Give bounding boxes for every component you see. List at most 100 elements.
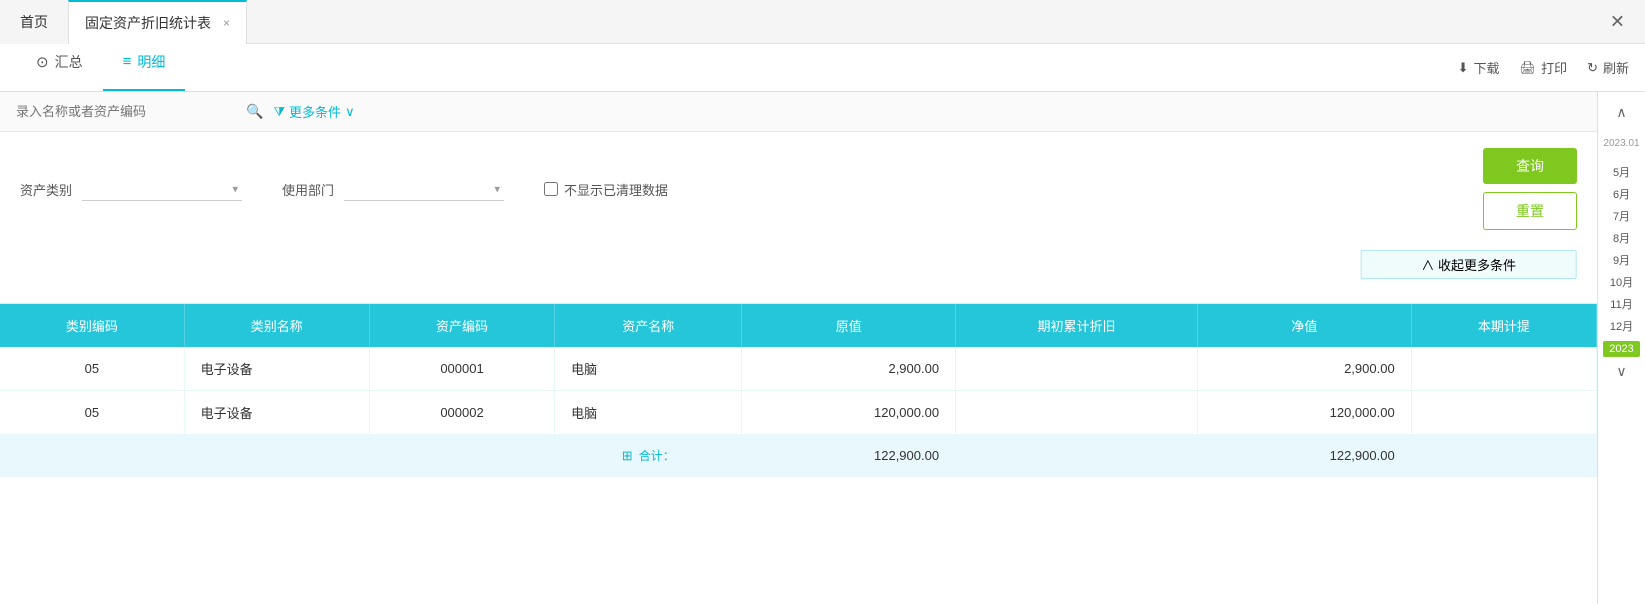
filter-icon: ⧩: [273, 104, 285, 120]
header-current-depreciation: 本期计提: [1411, 304, 1596, 347]
tab-detail[interactable]: ≡ 明细: [103, 44, 186, 91]
asset-category-select[interactable]: [82, 177, 242, 201]
month-item[interactable]: 8月: [1608, 227, 1635, 249]
print-label: 打印: [1541, 58, 1567, 77]
month-item[interactable]: 11月: [1608, 293, 1635, 315]
table-container: 类别编码 类别名称 资产编码 资产名称 原值 期初累计折旧 净值 本期计提 05…: [0, 304, 1597, 604]
sidebar-nav-down[interactable]: ∨: [1612, 359, 1630, 384]
download-label: 下载: [1474, 58, 1500, 77]
tab-summary-label: 汇总: [55, 52, 83, 72]
window-close-icon[interactable]: ✕: [1610, 11, 1625, 32]
cell-asset-code: 000002: [369, 391, 554, 435]
header-category-name: 类别名称: [184, 304, 369, 347]
exclude-cleared-item: 不显示已清理数据: [544, 180, 668, 199]
header-category-code: 类别编码: [0, 304, 184, 347]
cell-current-depreciation: [1411, 391, 1596, 435]
sub-tab-bar: ⊙ 汇总 ≡ 明细 ⬇ 下载 🖨 打印 ↻ 刷新: [0, 44, 1645, 92]
header-net-value: 净值: [1197, 304, 1411, 347]
department-select-wrapper: [344, 177, 504, 201]
cell-asset-name: 电脑: [555, 391, 742, 435]
filter-buttons: 查询 重置: [1483, 148, 1577, 230]
tab-detail-label: 明细: [137, 52, 165, 72]
tab-active-label: 固定资产折旧统计表: [85, 13, 211, 33]
header-accumulated-depreciation: 期初累计折旧: [956, 304, 1198, 347]
year-badge[interactable]: 2023: [1603, 341, 1639, 357]
collapse-icon: ∧: [1421, 258, 1438, 273]
left-panel: 🔍 ⧩ 更多条件 ∨ 资产类别: [0, 92, 1597, 604]
month-item[interactable]: 6月: [1608, 183, 1635, 205]
filter-department: 使用部门: [282, 177, 504, 201]
total-accumulated-depreciation: [956, 435, 1198, 477]
date-label[interactable]: 2023.01: [1602, 127, 1642, 159]
asset-category-select-wrapper: [82, 177, 242, 201]
search-icon[interactable]: 🔍: [246, 103, 263, 120]
filter-row: 资产类别 使用部门: [20, 148, 1577, 230]
collapse-label: 收起更多条件: [1438, 258, 1516, 273]
month-item[interactable]: 9月: [1608, 249, 1635, 271]
exclude-cleared-checkbox[interactable]: [544, 182, 558, 196]
cell-accumulated-depreciation: [956, 391, 1198, 435]
search-bar: 🔍 ⧩ 更多条件 ∨: [0, 92, 1597, 132]
total-net-value: 122,900.00: [1197, 435, 1411, 477]
cell-category-name: 电子设备: [184, 347, 369, 391]
sidebar-nav-up[interactable]: ∧: [1612, 100, 1630, 125]
refresh-icon: ↻: [1587, 60, 1598, 76]
cell-original-value: 120,000.00: [742, 391, 956, 435]
download-button[interactable]: ⬇ 下载: [1458, 58, 1500, 77]
exclude-cleared-label: 不显示已清理数据: [564, 180, 668, 199]
reset-button[interactable]: 重置: [1483, 192, 1577, 230]
filter-label: 更多条件: [289, 102, 341, 121]
cell-category-code: 05: [0, 347, 184, 391]
summary-icon: ⊙: [36, 53, 49, 71]
asset-category-label: 资产类别: [20, 180, 72, 199]
print-icon: 🖨: [1520, 60, 1537, 76]
total-text: 合计：: [639, 447, 675, 464]
cell-accumulated-depreciation: [956, 347, 1198, 391]
total-original-value: 122,900.00: [742, 435, 956, 477]
toolbar-right: ⬇ 下载 🖨 打印 ↻ 刷新: [1458, 58, 1629, 77]
cell-original-value: 2,900.00: [742, 347, 956, 391]
cell-net-value: 120,000.00: [1197, 391, 1411, 435]
cell-asset-code: 000001: [369, 347, 554, 391]
department-select[interactable]: [344, 177, 504, 201]
cell-category-name: 电子设备: [184, 391, 369, 435]
print-button[interactable]: 🖨 打印: [1520, 58, 1568, 77]
right-sidebar: ∧ 2023.01 5月6月7月8月9月10月11月12月 2023 ∨: [1597, 92, 1645, 604]
month-item[interactable]: 10月: [1608, 271, 1635, 293]
detail-icon: ≡: [123, 53, 132, 70]
cell-asset-name: 电脑: [555, 347, 742, 391]
header-original-value: 原值: [742, 304, 956, 347]
header-asset-code: 资产编码: [369, 304, 554, 347]
tab-bar: 首页 固定资产折旧统计表 × ✕: [0, 0, 1645, 44]
total-current-depreciation: [1411, 435, 1596, 477]
total-label-cell: [0, 435, 555, 477]
total-label: ⊞ 合计：: [555, 435, 742, 477]
month-item[interactable]: 7月: [1608, 205, 1635, 227]
main-content: 🔍 ⧩ 更多条件 ∨ 资产类别: [0, 92, 1645, 604]
tab-home[interactable]: 首页: [0, 0, 68, 44]
search-input[interactable]: [16, 104, 236, 119]
query-button[interactable]: 查询: [1483, 148, 1577, 184]
chevron-down-icon: ∨: [345, 104, 355, 120]
collapse-btn[interactable]: ∧ 收起更多条件: [1360, 250, 1577, 279]
total-row: ⊞ 合计： 122,900.00 122,900.00: [0, 435, 1597, 477]
department-label: 使用部门: [282, 180, 334, 199]
tab-summary[interactable]: ⊙ 汇总: [16, 44, 103, 91]
refresh-label: 刷新: [1603, 58, 1629, 77]
month-item[interactable]: 5月: [1608, 161, 1635, 183]
cell-current-depreciation: [1411, 347, 1596, 391]
filter-area: 资产类别 使用部门: [0, 132, 1597, 304]
header-asset-name: 资产名称: [555, 304, 742, 347]
cell-category-code: 05: [0, 391, 184, 435]
tab-close-icon[interactable]: ×: [223, 16, 230, 30]
table-header-row: 类别编码 类别名称 资产编码 资产名称 原值 期初累计折旧 净值 本期计提: [0, 304, 1597, 347]
filter-btn[interactable]: ⧩ 更多条件 ∨: [273, 102, 354, 121]
filter-asset-category: 资产类别: [20, 177, 242, 201]
table-row: 05 电子设备 000001 电脑 2,900.00 2,900.00: [0, 347, 1597, 391]
sub-tabs: ⊙ 汇总 ≡ 明细: [16, 44, 185, 91]
table-row: 05 电子设备 000002 电脑 120,000.00 120,000.00: [0, 391, 1597, 435]
tab-active[interactable]: 固定资产折旧统计表 ×: [68, 0, 247, 44]
data-table: 类别编码 类别名称 资产编码 资产名称 原值 期初累计折旧 净值 本期计提 05…: [0, 304, 1597, 477]
refresh-button[interactable]: ↻ 刷新: [1587, 58, 1629, 77]
month-item[interactable]: 12月: [1608, 315, 1635, 337]
